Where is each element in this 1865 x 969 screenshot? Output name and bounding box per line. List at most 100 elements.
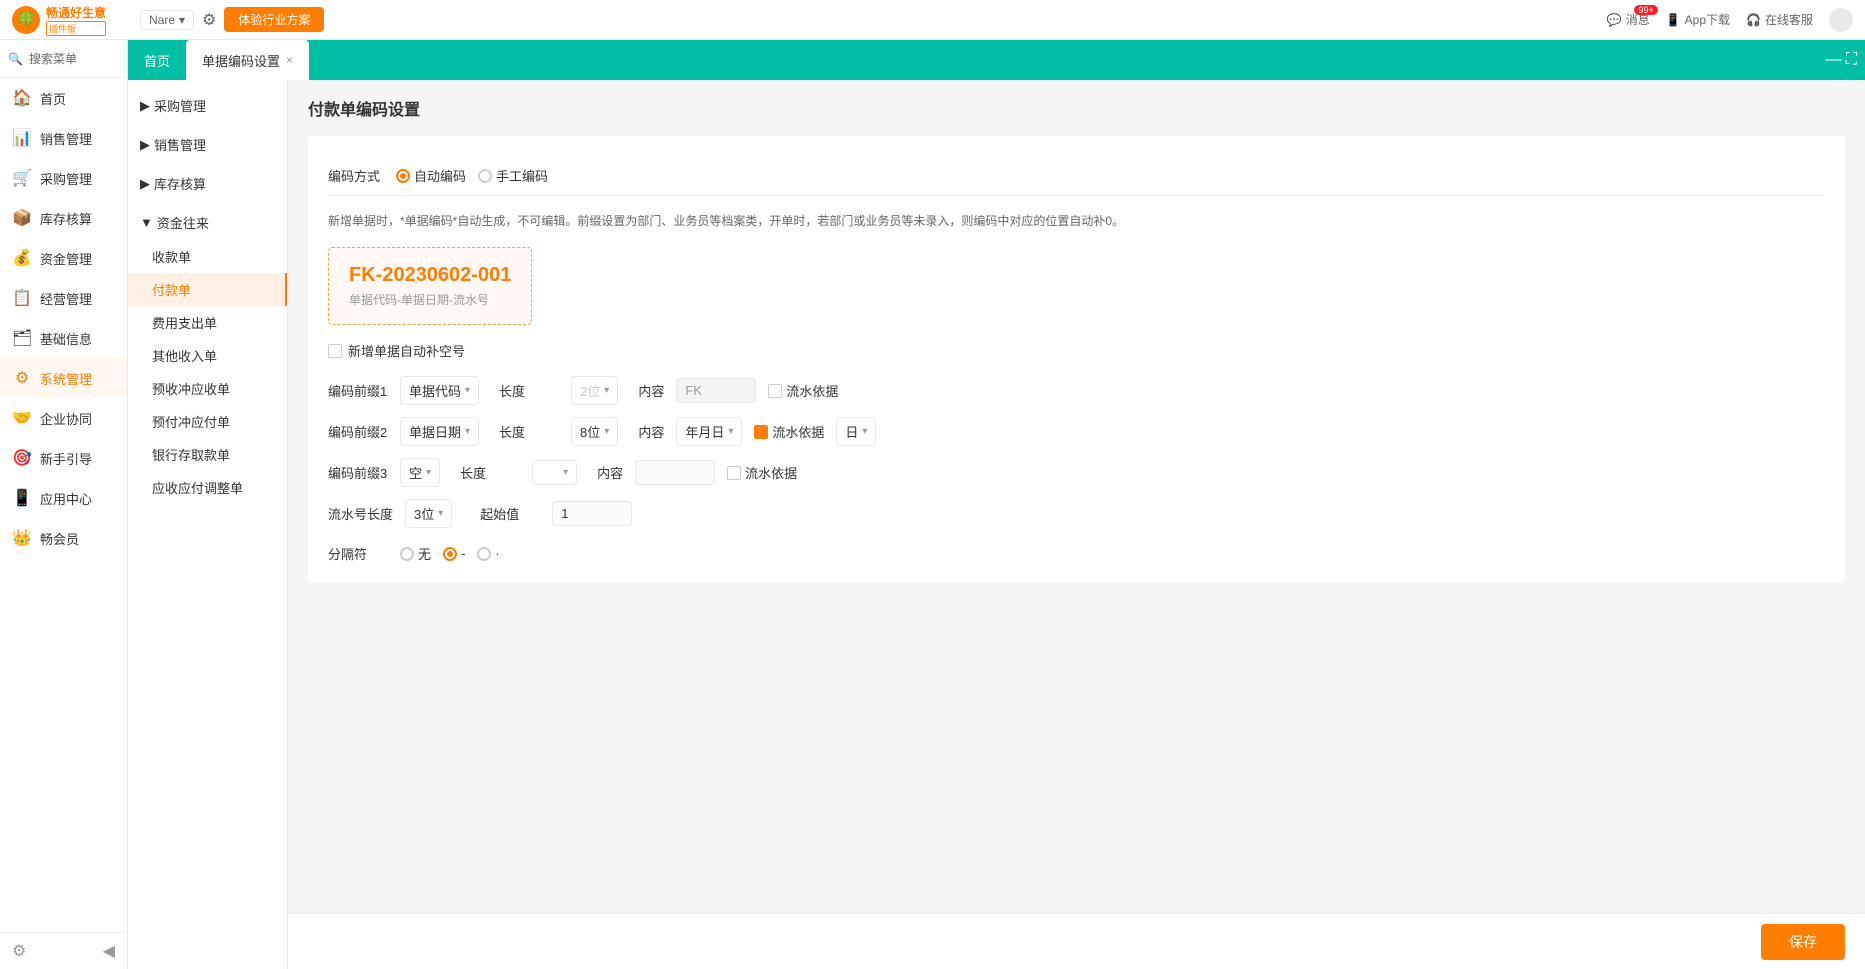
auto-fill-checkbox[interactable] (328, 344, 342, 358)
sub-group-label2: 销售管理 (154, 135, 206, 154)
length2-select[interactable]: 8位 ▾ (571, 417, 618, 446)
flow2-checkbox[interactable] (754, 425, 768, 439)
company-name: Nare (149, 13, 175, 27)
tab-maximize-button[interactable]: ⛶ (1846, 51, 1857, 69)
sidebar-item-app[interactable]: 📱 应用中心 (0, 478, 127, 518)
auto-fill-label: 新增单据自动补空号 (348, 341, 465, 360)
tab-home[interactable]: 首页 (128, 40, 186, 80)
sep-dash[interactable]: - (443, 546, 465, 561)
sidebar-item-home[interactable]: 🏠 首页 (0, 78, 127, 118)
encoding-method-label: 编码方式 (328, 166, 380, 185)
page-title: 付款单编码设置 (308, 96, 1845, 120)
sub-group-purchase-title[interactable]: ▶ 采购管理 (128, 88, 287, 123)
save-button[interactable]: 保存 (1761, 924, 1845, 960)
sub-item-prepay-pay[interactable]: 预付冲应付单 (128, 405, 287, 438)
auto-fill-row: 新增单据自动补空号 (328, 341, 1825, 360)
flow2-period-select[interactable]: 日 ▾ (836, 417, 876, 446)
sidebar-item-inventory[interactable]: 📦 库存核算 (0, 198, 127, 238)
radio-manual-dot (478, 169, 492, 183)
top-nav-right: 💬 消息 99+ 📱 App下载 🎧 在线客服 (1607, 8, 1853, 32)
sep-dash-dot (443, 547, 457, 561)
tab-close-icon[interactable]: × (286, 53, 293, 67)
flow3-checkbox-group: 流水依据 (727, 463, 797, 482)
sub-item-income[interactable]: 其他收入单 (128, 339, 287, 372)
sidebar-item-label: 新手引导 (40, 449, 92, 468)
app-download-button[interactable]: 📱 App下载 (1666, 11, 1730, 28)
collapse-icon[interactable]: ◀ (103, 941, 115, 961)
sub-item-adjustment[interactable]: 应收应付调整单 (128, 471, 287, 504)
finance-icon: 💰 (12, 248, 32, 268)
tab-minimize-button[interactable]: — (1826, 51, 1842, 69)
sep-dot[interactable]: · (477, 546, 499, 561)
sidebar-item-label: 采购管理 (40, 169, 92, 188)
prefix1-select[interactable]: 单据代码 ▾ (400, 376, 479, 405)
content1-label: 内容 (638, 381, 664, 400)
length3-select[interactable]: ▾ (532, 460, 577, 485)
sidebar-search[interactable]: 🔍 搜索菜单 (0, 40, 127, 78)
sub-item-receipt[interactable]: 收款单 (128, 240, 287, 273)
sub-group-purchase: ▶ 采购管理 (128, 88, 287, 123)
sub-item-payment[interactable]: 付款单 (128, 273, 287, 306)
length1-label: 长度 (499, 381, 559, 400)
sidebar-item-purchase[interactable]: 🛒 采购管理 (0, 158, 127, 198)
tab-encoding[interactable]: 单据编码设置 × (186, 40, 309, 80)
radio-auto-dot (396, 169, 410, 183)
message-icon: 💬 (1607, 13, 1622, 27)
sidebar: 🔍 搜索菜单 🏠 首页 📊 销售管理 🛒 采购管理 📦 库存核算 💰 (0, 40, 128, 969)
user-avatar[interactable] (1829, 8, 1853, 32)
sidebar-item-label: 销售管理 (40, 129, 92, 148)
gear-icon[interactable]: ⚙ (202, 10, 216, 30)
sidebar-item-basic[interactable]: 🗂 基础信息 (0, 318, 127, 358)
radio-auto[interactable]: 自动编码 (396, 166, 466, 185)
content2-select[interactable]: 年月日 ▾ (676, 417, 742, 446)
content3-label: 内容 (597, 463, 623, 482)
sidebar-item-sales[interactable]: 📊 销售管理 (0, 118, 127, 158)
flow1-label: 流水依据 (786, 381, 838, 400)
prefix2-select[interactable]: 单据日期 ▾ (400, 417, 479, 446)
sidebar-item-finance[interactable]: 💰 资金管理 (0, 238, 127, 278)
settings-icon[interactable]: ⚙ (12, 941, 26, 961)
tab-home-label: 首页 (144, 51, 170, 70)
sidebar-item-label: 畅会员 (40, 529, 79, 548)
code-preview: FK-20230602-001 单据代码-单据日期-流水号 (328, 247, 532, 325)
prefix3-select[interactable]: 空 ▾ (400, 458, 440, 487)
sub-item-bank-deposit[interactable]: 银行存取款单 (128, 438, 287, 471)
experience-button[interactable]: 体验行业方案 (224, 7, 324, 32)
sub-group-capital-title[interactable]: ▼ 资金往来 (128, 205, 287, 240)
sidebar-item-system[interactable]: ⚙ 系统管理 (0, 358, 127, 398)
length1-select[interactable]: 2位 ▾ (571, 376, 618, 405)
sidebar-item-guide[interactable]: 🎯 新手引导 (0, 438, 127, 478)
chevron-down-icon7: ▾ (728, 426, 733, 437)
basic-icon: 🗂 (12, 328, 32, 348)
main-area: 首页 单据编码设置 × — ⛶ ▶ 采购管理 (128, 40, 1865, 969)
flow1-checkbox-group: 流水依据 (768, 381, 838, 400)
prefix-row-3: 编码前缀3 空 ▾ 长度 ▾ 内容 (328, 458, 1825, 487)
flow3-label: 流水依据 (745, 463, 797, 482)
member-icon: 👑 (12, 528, 32, 548)
online-service-button[interactable]: 🎧 在线客服 (1746, 11, 1813, 28)
sidebar-item-enterprise[interactable]: 🤝 企业协同 (0, 398, 127, 438)
chevron-down-icon4: ▾ (604, 385, 609, 396)
sidebar-item-label: 应用中心 (40, 489, 92, 508)
flow3-checkbox[interactable] (727, 466, 741, 480)
sub-group-sales-title[interactable]: ▶ 销售管理 (128, 127, 287, 162)
sub-group-inventory-title[interactable]: ▶ 库存核算 (128, 166, 287, 201)
serial-length-select[interactable]: 3位 ▾ (405, 499, 452, 528)
company-select[interactable]: Nare ▾ (140, 10, 194, 30)
bottom-bar: 保存 (288, 913, 1865, 969)
sub-item-expense[interactable]: 费用支出单 (128, 306, 287, 339)
sidebar-item-label: 资金管理 (40, 249, 92, 268)
message-button[interactable]: 💬 消息 99+ (1607, 11, 1650, 28)
sidebar-item-member[interactable]: 👑 畅会员 (0, 518, 127, 558)
sep-none[interactable]: 无 (400, 544, 431, 563)
sidebar-item-operations[interactable]: 📋 经营管理 (0, 278, 127, 318)
search-icon: 🔍 (8, 52, 23, 66)
start-value-input[interactable] (552, 501, 632, 526)
inventory-icon: 📦 (12, 208, 32, 228)
prefix-row-2: 编码前缀2 单据日期 ▾ 长度 8位 ▾ 内容 (328, 417, 1825, 446)
sub-item-prepay-receive[interactable]: 预收冲应收单 (128, 372, 287, 405)
logo-icon: 🍀 (12, 6, 40, 34)
tab-bar-right: — ⛶ (1826, 51, 1865, 69)
flow1-checkbox[interactable] (768, 384, 782, 398)
radio-manual[interactable]: 手工编码 (478, 166, 548, 185)
